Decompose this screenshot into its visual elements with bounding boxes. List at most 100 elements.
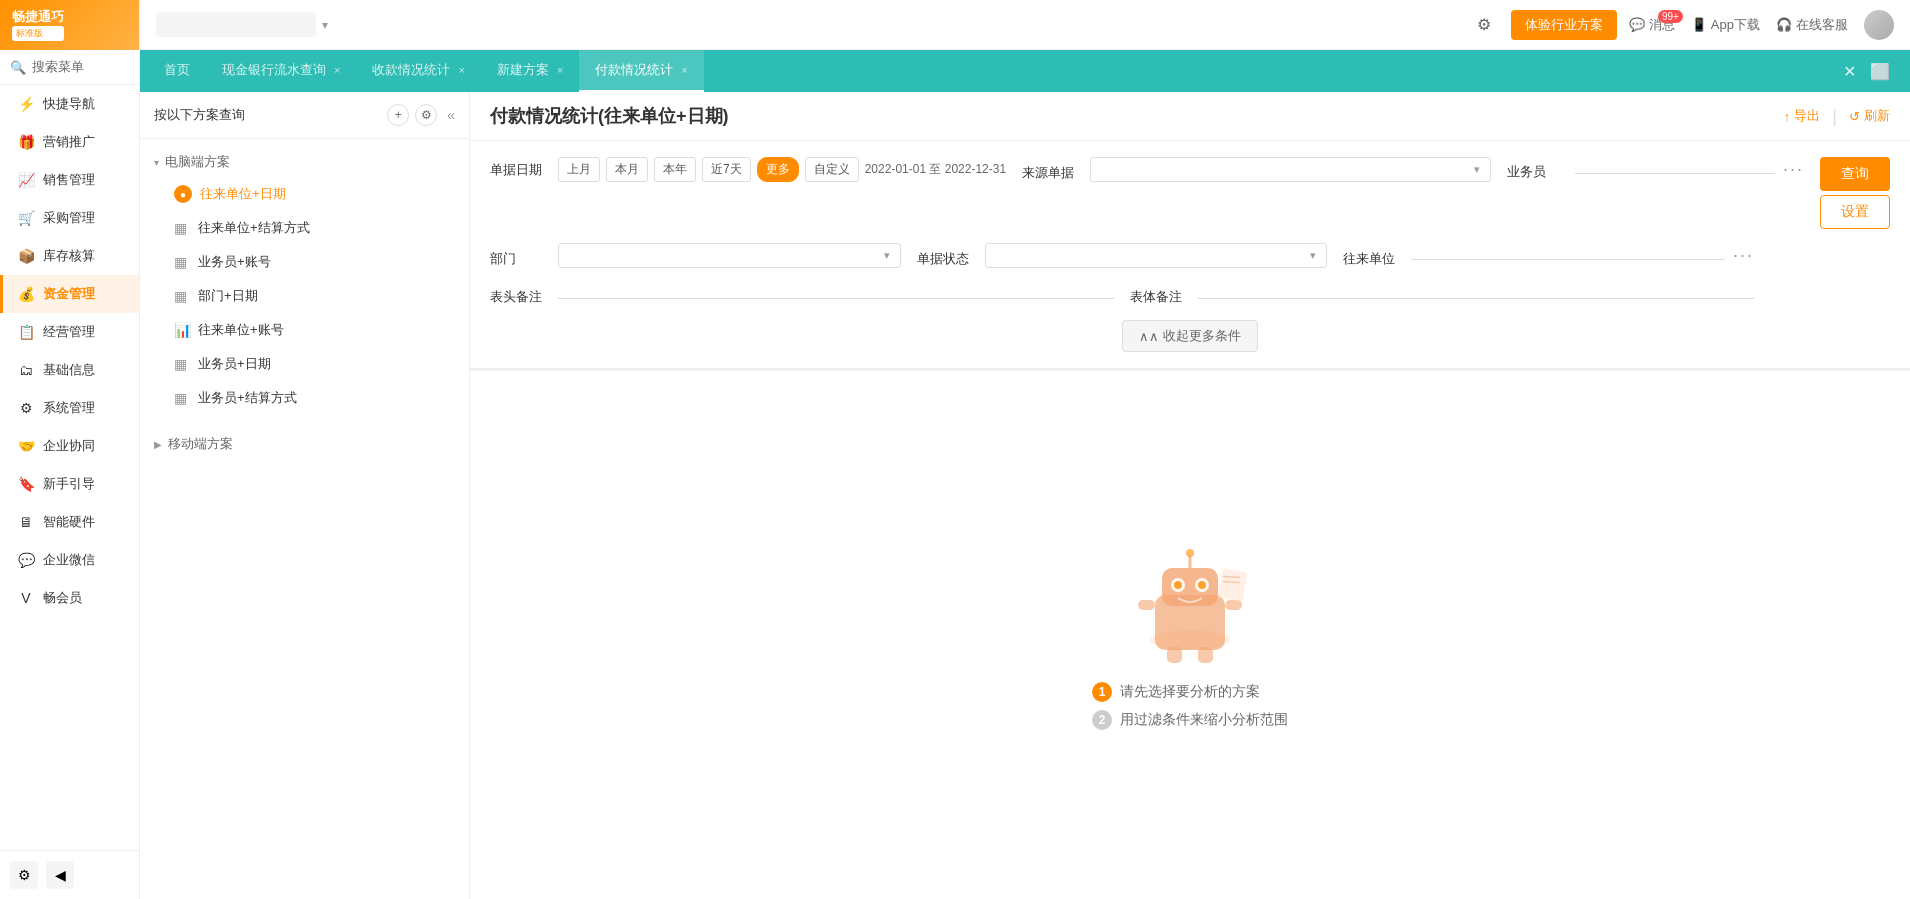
customer-service-label: 在线客服 bbox=[1796, 16, 1848, 34]
salesman-label: 业务员 bbox=[1507, 157, 1567, 181]
partner-input[interactable] bbox=[1411, 251, 1725, 260]
enterprise-icon: 🤝 bbox=[17, 437, 35, 455]
date-btn-7days[interactable]: 近7天 bbox=[702, 157, 751, 182]
close-tab-icon[interactable]: ✕ bbox=[1839, 60, 1860, 83]
sidebar-item-label: 畅会员 bbox=[43, 589, 82, 607]
tab-payment-stats[interactable]: 付款情况统计 × bbox=[579, 50, 703, 92]
guide-icon: 🔖 bbox=[17, 475, 35, 493]
sidebar-item-sales[interactable]: 📈 销售管理 bbox=[0, 161, 139, 199]
collapse-conditions-btn[interactable]: ∧∧ 收起更多条件 bbox=[1122, 320, 1258, 352]
sidebar-item-hardware[interactable]: 🖥 智能硬件 bbox=[0, 503, 139, 541]
tab-new-scheme-close-icon[interactable]: × bbox=[557, 64, 563, 76]
export-btn[interactable]: ↑ 导出 bbox=[1784, 107, 1821, 125]
address-chevron-icon[interactable]: ▾ bbox=[322, 18, 328, 32]
scheme-desktop-title[interactable]: ▾ 电脑端方案 bbox=[154, 147, 455, 177]
tab-bank-flow-close-icon[interactable]: × bbox=[334, 64, 340, 76]
scheme-collapse-btn[interactable]: « bbox=[447, 107, 455, 123]
sidebar-item-enterprise[interactable]: 🤝 企业协同 bbox=[0, 427, 139, 465]
content-area: 按以下方案查询 + ⚙ « ▾ 电脑端方案 ● 往来单位+日期 ▦ bbox=[140, 92, 1910, 899]
search-menu[interactable]: 🔍 搜索菜单 bbox=[0, 50, 139, 85]
doc-status-select[interactable]: ▾ bbox=[985, 243, 1328, 268]
settings-bottom-icon[interactable]: ⚙ bbox=[10, 861, 38, 889]
dept-select[interactable]: ▾ bbox=[558, 243, 901, 268]
doc-status-label: 单据状态 bbox=[917, 244, 977, 268]
scheme-item-icon: ▦ bbox=[174, 390, 190, 406]
scheme-item-label: 往来单位+账号 bbox=[198, 321, 284, 339]
maximize-icon[interactable]: ⬜ bbox=[1866, 60, 1894, 83]
body-note-input[interactable] bbox=[1198, 290, 1754, 299]
basic-info-icon: 🗂 bbox=[17, 361, 35, 379]
date-btn-last-month[interactable]: 上月 bbox=[558, 157, 600, 182]
sidebar: 畅捷通巧 标准版 🔍 搜索菜单 ⚡ 快捷导航 🎁 营销推广 📈 销售管理 🛒 采… bbox=[0, 0, 140, 899]
scheme-item-salesman-date[interactable]: ▦ 业务员+日期 bbox=[154, 347, 455, 381]
scheme-item-icon: 📊 bbox=[174, 322, 190, 338]
scheme-item-dept-date[interactable]: ▦ 部门+日期 bbox=[154, 279, 455, 313]
sidebar-item-guide[interactable]: 🔖 新手引导 bbox=[0, 465, 139, 503]
app-name: 畅捷通巧 bbox=[12, 9, 64, 25]
date-btn-more[interactable]: 更多 bbox=[757, 157, 799, 182]
app-download-btn[interactable]: 📱 App下载 bbox=[1691, 16, 1760, 34]
filter-area: 单据日期 上月 本月 本年 近7天 更多 自定义 2022-01-01 至 20… bbox=[470, 141, 1910, 369]
sidebar-item-label: 企业微信 bbox=[43, 551, 95, 569]
header-note-label: 表头备注 bbox=[490, 282, 550, 306]
tab-receipt-stats-close-icon[interactable]: × bbox=[458, 64, 464, 76]
scheme-item-partner-account[interactable]: 📊 往来单位+账号 bbox=[154, 313, 455, 347]
mobile-section-label: 移动端方案 bbox=[168, 435, 233, 453]
capital-icon: 💰 bbox=[17, 285, 35, 303]
quick-nav-icon: ⚡ bbox=[17, 95, 35, 113]
empty-hints: 1 请先选择要分析的方案 2 用过滤条件来缩小分析范围 bbox=[1092, 682, 1288, 730]
inventory-icon: 📦 bbox=[17, 247, 35, 265]
messages-btn[interactable]: 💬 消息 99+ bbox=[1629, 16, 1675, 34]
sidebar-item-marketing[interactable]: 🎁 营销推广 bbox=[0, 123, 139, 161]
refresh-btn[interactable]: ↺ 刷新 bbox=[1849, 107, 1890, 125]
sidebar-item-label: 经营管理 bbox=[43, 323, 95, 341]
scheme-mobile-title[interactable]: ▶ 移动端方案 bbox=[154, 429, 455, 459]
sidebar-item-basic-info[interactable]: 🗂 基础信息 bbox=[0, 351, 139, 389]
salesman-input[interactable] bbox=[1575, 165, 1775, 174]
user-avatar[interactable] bbox=[1864, 10, 1894, 40]
settings-button[interactable]: ⚙ bbox=[1469, 10, 1499, 40]
scheme-item-salesman-account[interactable]: ▦ 业务员+账号 bbox=[154, 245, 455, 279]
collapse-sidebar-icon[interactable]: ◀ bbox=[46, 861, 74, 889]
query-btn[interactable]: 查询 bbox=[1820, 157, 1890, 191]
sidebar-item-inventory[interactable]: 📦 库存核算 bbox=[0, 237, 139, 275]
avatar-image bbox=[1864, 10, 1894, 40]
customer-service-btn[interactable]: 🎧 在线客服 bbox=[1776, 16, 1848, 34]
header-note-input[interactable] bbox=[558, 290, 1114, 299]
trial-btn[interactable]: 体验行业方案 bbox=[1511, 10, 1617, 40]
partner-dots[interactable]: ··· bbox=[1733, 245, 1754, 266]
date-btn-this-month[interactable]: 本月 bbox=[606, 157, 648, 182]
setting-btn[interactable]: 设置 bbox=[1820, 195, 1890, 229]
tab-payment-stats-close-icon[interactable]: × bbox=[681, 64, 687, 76]
member-icon: V bbox=[17, 589, 35, 607]
topbar: ▾ ⚙ 体验行业方案 💬 消息 99+ 📱 App下载 🎧 在线客服 bbox=[140, 0, 1910, 50]
scheme-add-icon[interactable]: + bbox=[387, 104, 409, 126]
app-version: 标准版 bbox=[12, 26, 64, 41]
salesman-dots[interactable]: ··· bbox=[1783, 159, 1804, 180]
sidebar-item-system[interactable]: ⚙ 系统管理 bbox=[0, 389, 139, 427]
tabbar: 首页 现金银行流水查询 × 收款情况统计 × 新建方案 × 付款情况统计 × ✕… bbox=[140, 50, 1910, 92]
scheme-item-icon: ▦ bbox=[174, 288, 190, 304]
sidebar-bottom: ⚙ ◀ bbox=[0, 850, 139, 899]
scheme-item-salesman-settle[interactable]: ▦ 业务员+结算方式 bbox=[154, 381, 455, 415]
sidebar-item-operations[interactable]: 📋 经营管理 bbox=[0, 313, 139, 351]
scheme-item-partner-date[interactable]: ● 往来单位+日期 bbox=[154, 177, 455, 211]
tab-receipt-stats[interactable]: 收款情况统计 × bbox=[356, 50, 480, 92]
sidebar-item-member[interactable]: V 畅会员 bbox=[0, 579, 139, 617]
sidebar-item-wechat[interactable]: 💬 企业微信 bbox=[0, 541, 139, 579]
sidebar-item-quick-nav[interactable]: ⚡ 快捷导航 bbox=[0, 85, 139, 123]
date-btn-this-year[interactable]: 本年 bbox=[654, 157, 696, 182]
hardware-icon: 🖥 bbox=[17, 513, 35, 531]
sidebar-item-purchase[interactable]: 🛒 采购管理 bbox=[0, 199, 139, 237]
tab-new-scheme[interactable]: 新建方案 × bbox=[481, 50, 579, 92]
sidebar-item-label: 采购管理 bbox=[43, 209, 95, 227]
export-icon: ↑ bbox=[1784, 109, 1791, 124]
date-btn-custom[interactable]: 自定义 bbox=[805, 157, 859, 182]
sidebar-item-capital[interactable]: 💰 资金管理 bbox=[0, 275, 139, 313]
scheme-settings-icon[interactable]: ⚙ bbox=[415, 104, 437, 126]
scheme-item-partner-settle[interactable]: ▦ 往来单位+结算方式 bbox=[154, 211, 455, 245]
tab-home[interactable]: 首页 bbox=[148, 50, 206, 92]
refresh-label: 刷新 bbox=[1864, 107, 1890, 125]
tab-bank-flow[interactable]: 现金银行流水查询 × bbox=[206, 50, 356, 92]
source-select[interactable]: ▾ bbox=[1090, 157, 1491, 182]
